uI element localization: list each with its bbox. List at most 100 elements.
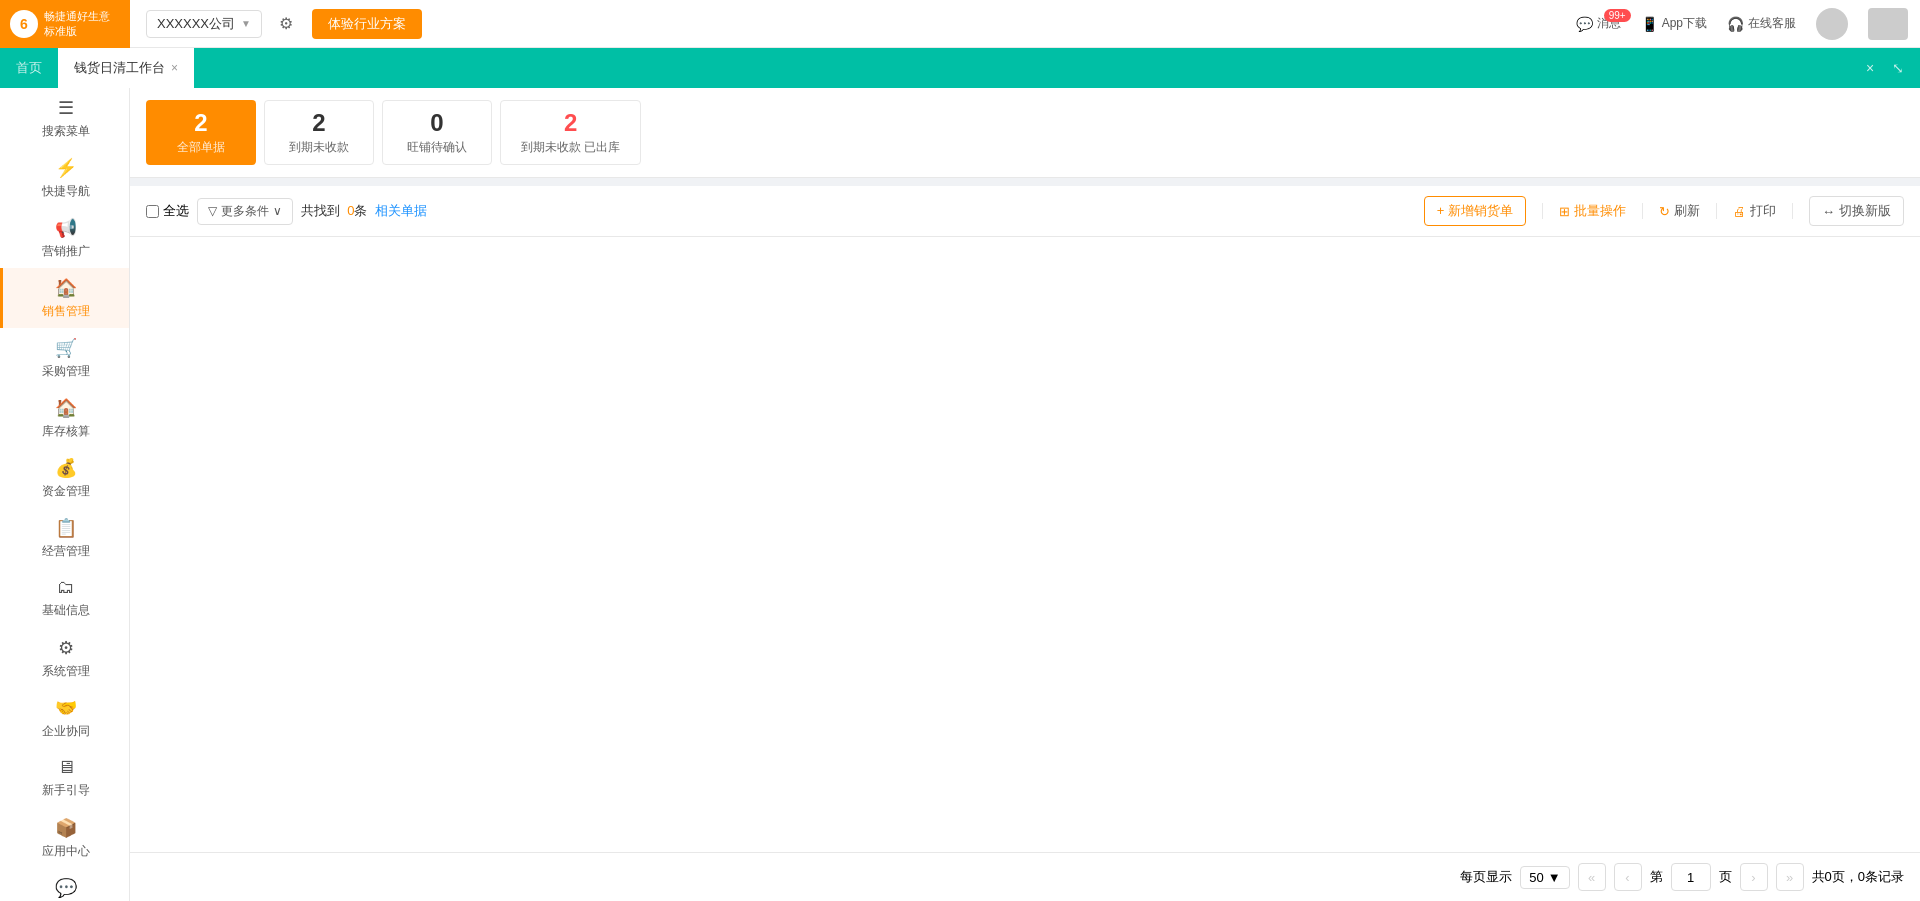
sidebar-item-basic-info[interactable]: 🗂 基础信息 <box>0 568 129 628</box>
sys-mgmt-icon: ⚙ <box>58 637 74 659</box>
toolbar-divider-3 <box>1716 203 1717 219</box>
message-icon: 💬 <box>1576 16 1593 32</box>
more-filter-button[interactable]: ▽ 更多条件 ∨ <box>197 198 293 225</box>
logo-text: 畅捷通好生意 标准版 <box>44 9 110 38</box>
switch-icon: ↔ <box>1822 204 1835 219</box>
page-label: 第 <box>1650 868 1663 886</box>
company-selector[interactable]: XXXXXX公司 ▼ <box>146 10 262 38</box>
total-info: 共0页，0条记录 <box>1812 868 1904 886</box>
page-prev-button[interactable]: ‹ <box>1614 863 1642 891</box>
app-download-button[interactable]: 📱 App下载 <box>1641 15 1707 32</box>
stat-card-pending-confirm[interactable]: 0 旺铺待确认 <box>382 100 492 165</box>
batch-label: 批量操作 <box>1574 202 1626 220</box>
toolbar: 全选 ▽ 更多条件 ∨ 共找到 0条 相关单据 + 新增销货单 <box>130 186 1920 237</box>
sidebar-item-inventory[interactable]: 🏠 库存核算 <box>0 388 129 448</box>
page-size-selector[interactable]: 50 ▼ <box>1520 866 1569 889</box>
sidebar-item-purchase-mgmt-label: 采购管理 <box>42 363 90 380</box>
stat-card-all[interactable]: 2 全部单据 <box>146 100 256 165</box>
app-center-icon: 📦 <box>55 817 77 839</box>
enterprise-icon: 🤝 <box>55 697 77 719</box>
avatar[interactable] <box>1816 8 1848 40</box>
toolbar-left: 全选 ▽ 更多条件 ∨ 共找到 0条 相关单据 <box>146 198 427 225</box>
filter-icon: ▽ <box>208 204 217 218</box>
trial-button[interactable]: 体验行业方案 <box>312 9 422 39</box>
marketing-icon: 📢 <box>55 217 77 239</box>
page-size-arrow: ▼ <box>1548 870 1561 885</box>
tab-expand-button[interactable]: ⤡ <box>1884 54 1912 82</box>
online-service-button[interactable]: 🎧 在线客服 <box>1727 15 1796 32</box>
page-next-button[interactable]: › <box>1740 863 1768 891</box>
sidebar: ☰ 搜索菜单 ⚡ 快捷导航 📢 营销推广 🏠 销售管理 🛒 采购管理 🏠 库存核… <box>0 88 130 901</box>
sidebar-item-ops-mgmt-label: 经营管理 <box>42 543 90 560</box>
settings-button[interactable]: ⚙ <box>270 8 302 40</box>
switch-label: 切换新版 <box>1839 202 1891 220</box>
capital-mgmt-icon: 💰 <box>55 457 77 479</box>
toolbar-right: + 新增销货单 ⊞ 批量操作 ↻ 刷新 🖨 打印 <box>1424 196 1904 226</box>
app-download-icon: 📱 <box>1641 16 1658 32</box>
tab-bar: 首页 钱货日清工作台 × × ⤡ <box>0 48 1920 88</box>
online-service-label: 在线客服 <box>1748 15 1796 32</box>
stat-cards: 2 全部单据 2 到期未收款 0 旺铺待确认 2 到期未收款 已出库 <box>130 88 1920 178</box>
user-name-area[interactable] <box>1868 8 1908 40</box>
sidebar-item-inventory-label: 库存核算 <box>42 423 90 440</box>
tab-workbench-label: 钱货日清工作台 <box>74 59 165 77</box>
new-sales-order-button[interactable]: + 新增销货单 <box>1424 196 1526 226</box>
sidebar-item-marketing-label: 营销推广 <box>42 243 90 260</box>
message-button[interactable]: 💬 消息 99+ <box>1576 15 1621 32</box>
refresh-icon: ↻ <box>1659 204 1670 219</box>
sidebar-item-enterprise-weixin[interactable]: 💬 企业微信 <box>0 868 129 901</box>
refresh-label: 刷新 <box>1674 202 1700 220</box>
sidebar-item-ops-mgmt[interactable]: 📋 经营管理 <box>0 508 129 568</box>
sidebar-item-sys-mgmt[interactable]: ⚙ 系统管理 <box>0 628 129 688</box>
select-all-input[interactable] <box>146 205 159 218</box>
tab-close-all-button[interactable]: × <box>1856 54 1884 82</box>
print-icon: 🖨 <box>1733 204 1746 219</box>
sidebar-item-sys-mgmt-label: 系统管理 <box>42 663 90 680</box>
page-prev-icon: ‹ <box>1625 870 1629 885</box>
select-all-checkbox[interactable]: 全选 <box>146 202 189 220</box>
main-layout: ☰ 搜索菜单 ⚡ 快捷导航 📢 营销推广 🏠 销售管理 🛒 采购管理 🏠 库存核… <box>0 88 1920 901</box>
sidebar-item-search-menu[interactable]: ☰ 搜索菜单 <box>0 88 129 148</box>
batch-icon: ⊞ <box>1559 204 1570 219</box>
sidebar-item-search-menu-label: 搜索菜单 <box>42 123 90 140</box>
stat-label-all: 全部单据 <box>177 139 225 156</box>
sidebar-item-enterprise[interactable]: 🤝 企业协同 <box>0 688 129 748</box>
page-number-input[interactable] <box>1671 863 1711 891</box>
page-last-button[interactable]: » <box>1776 863 1804 891</box>
sidebar-item-app-center[interactable]: 📦 应用中心 <box>0 808 129 868</box>
stat-num-all: 2 <box>194 109 207 137</box>
stat-num-overdue-unpaid: 2 <box>312 109 325 137</box>
stat-label-overdue-not-shipped: 到期未收款 已出库 <box>521 139 620 156</box>
purchase-mgmt-icon: 🛒 <box>55 337 77 359</box>
stat-num-pending-confirm: 0 <box>430 109 443 137</box>
sidebar-item-sales-mgmt[interactable]: 🏠 销售管理 <box>0 268 129 328</box>
stat-card-overdue-not-shipped[interactable]: 2 到期未收款 已出库 <box>500 100 641 165</box>
message-badge: 99+ <box>1604 9 1631 22</box>
stat-card-overdue-unpaid[interactable]: 2 到期未收款 <box>264 100 374 165</box>
top-header: 6 畅捷通好生意 标准版 XXXXXX公司 ▼ ⚙ 体验行业方案 💬 消息 99… <box>0 0 1920 48</box>
app-download-label: App下载 <box>1662 15 1707 32</box>
sidebar-item-purchase-mgmt[interactable]: 🛒 采购管理 <box>0 328 129 388</box>
sidebar-item-marketing[interactable]: 📢 营销推广 <box>0 208 129 268</box>
tab-workbench[interactable]: 钱货日清工作台 × <box>58 48 194 88</box>
print-button[interactable]: 🖨 打印 <box>1733 202 1776 220</box>
batch-operation-button[interactable]: ⊞ 批量操作 <box>1559 202 1626 220</box>
switch-version-button[interactable]: ↔ 切换新版 <box>1809 196 1904 226</box>
page-first-button[interactable]: « <box>1578 863 1606 891</box>
found-link[interactable]: 相关单据 <box>375 203 427 218</box>
inventory-icon: 🏠 <box>55 397 77 419</box>
sidebar-item-newbie[interactable]: 🖥 新手引导 <box>0 748 129 808</box>
tab-home[interactable]: 首页 <box>0 48 58 88</box>
page-first-icon: « <box>1588 870 1595 885</box>
refresh-button[interactable]: ↻ 刷新 <box>1659 202 1700 220</box>
sales-mgmt-icon: 🏠 <box>55 277 77 299</box>
sidebar-item-capital-mgmt[interactable]: 💰 资金管理 <box>0 448 129 508</box>
headset-icon: 🎧 <box>1727 16 1744 32</box>
sidebar-item-basic-info-label: 基础信息 <box>42 602 90 619</box>
sidebar-item-quick-nav-label: 快捷导航 <box>42 183 90 200</box>
toolbar-divider-1 <box>1542 203 1543 219</box>
sidebar-item-quick-nav[interactable]: ⚡ 快捷导航 <box>0 148 129 208</box>
tab-workbench-close[interactable]: × <box>171 61 178 75</box>
print-label: 打印 <box>1750 202 1776 220</box>
page-next-icon: › <box>1751 870 1755 885</box>
